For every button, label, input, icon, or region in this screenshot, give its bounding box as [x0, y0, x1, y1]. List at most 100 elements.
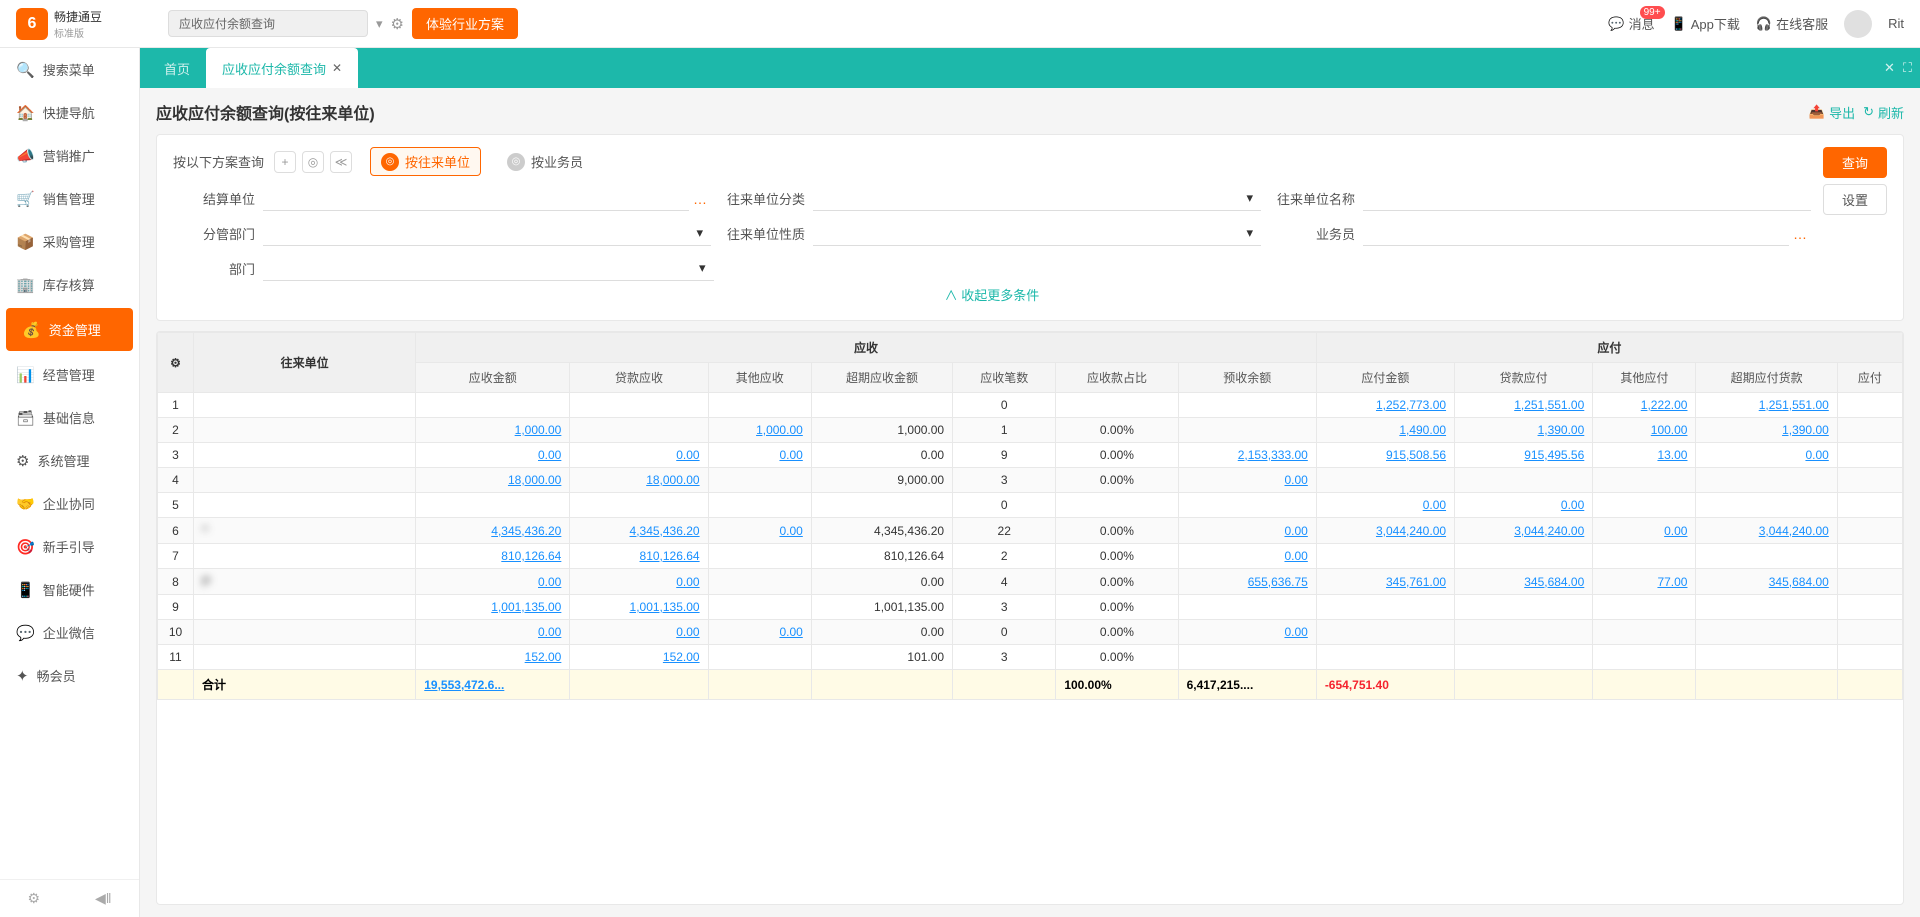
cell-ar-amount[interactable]: 0.00: [416, 569, 570, 595]
cell-loan-ar[interactable]: 0.00: [570, 443, 708, 468]
dept-select[interactable]: ▾: [263, 256, 714, 281]
mode-by-unit[interactable]: ◎ 按往来单位: [370, 147, 481, 176]
cell-loan-ar[interactable]: 810,126.64: [570, 544, 708, 569]
salesman-dots-icon[interactable]: …: [1789, 226, 1811, 242]
cell-other-ar[interactable]: [708, 493, 811, 518]
cell-ap-amount[interactable]: 1,490.00: [1316, 418, 1454, 443]
cell-loan-ar[interactable]: 4,345,436.20: [570, 518, 708, 544]
sidebar-item-member[interactable]: ✦ 畅会员: [0, 654, 139, 697]
cell-loan-ar[interactable]: [570, 493, 708, 518]
cell-loan-ar[interactable]: 0.00: [570, 620, 708, 645]
cell-loan-ar[interactable]: 0.00: [570, 569, 708, 595]
cell-overdue-ap[interactable]: 1,390.00: [1696, 418, 1837, 443]
cell-loan-ar[interactable]: 152.00: [570, 645, 708, 670]
cell-other-ar[interactable]: [708, 468, 811, 493]
cell-overdue-ap[interactable]: 0.00: [1696, 443, 1837, 468]
sidebar-item-quick[interactable]: 🏠 快捷导航: [0, 91, 139, 134]
cell-other-ar[interactable]: 1,000.00: [708, 418, 811, 443]
tab-home[interactable]: 首页: [148, 48, 206, 88]
cell-other-ap[interactable]: 1,222.00: [1593, 393, 1696, 418]
unit-category-select[interactable]: ▾: [813, 186, 1261, 211]
dept-manage-select[interactable]: ▾: [263, 221, 711, 246]
cell-ar-amount[interactable]: 1,000.00: [416, 418, 570, 443]
sidebar-item-purchase[interactable]: 📦 采购管理: [0, 220, 139, 263]
unit-name-input[interactable]: [1363, 187, 1811, 211]
cell-ap-amount[interactable]: 0.00: [1316, 493, 1454, 518]
query-button[interactable]: 查询: [1823, 147, 1887, 178]
cell-overdue-ap[interactable]: [1696, 544, 1837, 569]
setting-button[interactable]: 设置: [1823, 184, 1887, 215]
cell-other-ar[interactable]: [708, 544, 811, 569]
service-button[interactable]: 🎧 在线客服: [1756, 14, 1828, 33]
cell-ar-amount[interactable]: 810,126.64: [416, 544, 570, 569]
mode-by-staff[interactable]: ◎ 按业务员: [497, 147, 593, 176]
cell-advance-balance[interactable]: [1178, 393, 1316, 418]
cell-ar-amount[interactable]: [416, 493, 570, 518]
cell-overdue-ap[interactable]: 345,684.00: [1696, 569, 1837, 595]
tab-ar-balance[interactable]: 应收应付余额查询 ✕: [206, 48, 358, 88]
cell-other-ap[interactable]: 13.00: [1593, 443, 1696, 468]
settlement-dots-icon[interactable]: …: [689, 191, 711, 207]
settings-bottom-icon[interactable]: ⚙: [27, 890, 40, 907]
cell-overdue-ap[interactable]: 1,251,551.00: [1696, 393, 1837, 418]
sidebar-item-wechat[interactable]: 💬 企业微信: [0, 611, 139, 654]
sidebar-item-operations[interactable]: 📊 经营管理: [0, 353, 139, 396]
tab-close-window-icon[interactable]: ✕: [1884, 60, 1895, 76]
cell-other-ap[interactable]: [1593, 645, 1696, 670]
sidebar-item-basic[interactable]: 🗃 基础信息: [0, 396, 139, 439]
cell-other-ap[interactable]: 0.00: [1593, 518, 1696, 544]
cell-loan-ap[interactable]: 3,044,240.00: [1455, 518, 1593, 544]
cell-overdue-ap[interactable]: [1696, 620, 1837, 645]
cell-loan-ap[interactable]: 1,390.00: [1455, 418, 1593, 443]
cell-loan-ap[interactable]: [1455, 544, 1593, 569]
cell-ap-amount[interactable]: 3,044,240.00: [1316, 518, 1454, 544]
add-scheme-button[interactable]: +: [274, 151, 296, 173]
sidebar-item-collab[interactable]: 🤝 企业协同: [0, 482, 139, 525]
sidebar-item-finance[interactable]: 💰 资金管理: [6, 308, 133, 351]
cell-ar-amount[interactable]: [416, 393, 570, 418]
cell-other-ap[interactable]: [1593, 544, 1696, 569]
cell-ap-amount[interactable]: 345,761.00: [1316, 569, 1454, 595]
cell-ap-amount[interactable]: [1316, 468, 1454, 493]
cell-ar-amount[interactable]: 152.00: [416, 645, 570, 670]
cell-loan-ar[interactable]: 18,000.00: [570, 468, 708, 493]
cell-other-ap[interactable]: [1593, 468, 1696, 493]
collapse-more-button[interactable]: ∧ 收起更多条件: [173, 281, 1811, 308]
cell-advance-balance[interactable]: 0.00: [1178, 468, 1316, 493]
export-button[interactable]: 📤 导出: [1809, 103, 1855, 122]
cell-other-ap[interactable]: [1593, 620, 1696, 645]
cell-loan-ap[interactable]: [1455, 595, 1593, 620]
cell-loan-ap[interactable]: 345,684.00: [1455, 569, 1593, 595]
solution-button[interactable]: 体验行业方案: [412, 8, 518, 39]
sidebar-item-marketing[interactable]: 📣 营销推广: [0, 134, 139, 177]
cell-other-ar[interactable]: [708, 595, 811, 620]
cell-ap-amount[interactable]: [1316, 595, 1454, 620]
collapse-scheme-button[interactable]: ≪: [330, 151, 352, 173]
salesman-input[interactable]: [1363, 222, 1789, 246]
cell-other-ar[interactable]: [708, 645, 811, 670]
cell-loan-ap[interactable]: 0.00: [1455, 493, 1593, 518]
edit-scheme-button[interactable]: ◎: [302, 151, 324, 173]
cell-other-ap[interactable]: [1593, 493, 1696, 518]
cell-other-ar[interactable]: [708, 569, 811, 595]
collapse-icon[interactable]: ◀‖: [95, 890, 112, 907]
cell-other-ar[interactable]: 0.00: [708, 518, 811, 544]
sidebar-item-guide[interactable]: 🎯 新手引导: [0, 525, 139, 568]
cell-overdue-ap[interactable]: [1696, 493, 1837, 518]
cell-advance-balance[interactable]: [1178, 595, 1316, 620]
settlement-input[interactable]: [263, 187, 689, 211]
cell-advance-balance[interactable]: [1178, 418, 1316, 443]
cell-ap-amount[interactable]: 915,508.56: [1316, 443, 1454, 468]
tab-fullscreen-icon[interactable]: ⛶: [1903, 60, 1912, 76]
cell-loan-ap[interactable]: [1455, 468, 1593, 493]
cell-ar-amount[interactable]: 18,000.00: [416, 468, 570, 493]
message-button[interactable]: 💬 消息 99+: [1608, 14, 1654, 33]
sidebar-item-search[interactable]: 🔍 搜索菜单: [0, 48, 139, 91]
cell-advance-balance[interactable]: 655,636.75: [1178, 569, 1316, 595]
cell-loan-ap[interactable]: [1455, 620, 1593, 645]
cell-other-ar[interactable]: [708, 393, 811, 418]
cell-loan-ap[interactable]: [1455, 645, 1593, 670]
cell-other-ar[interactable]: 0.00: [708, 620, 811, 645]
cell-loan-ar[interactable]: [570, 393, 708, 418]
col-gear[interactable]: ⚙: [158, 333, 194, 393]
